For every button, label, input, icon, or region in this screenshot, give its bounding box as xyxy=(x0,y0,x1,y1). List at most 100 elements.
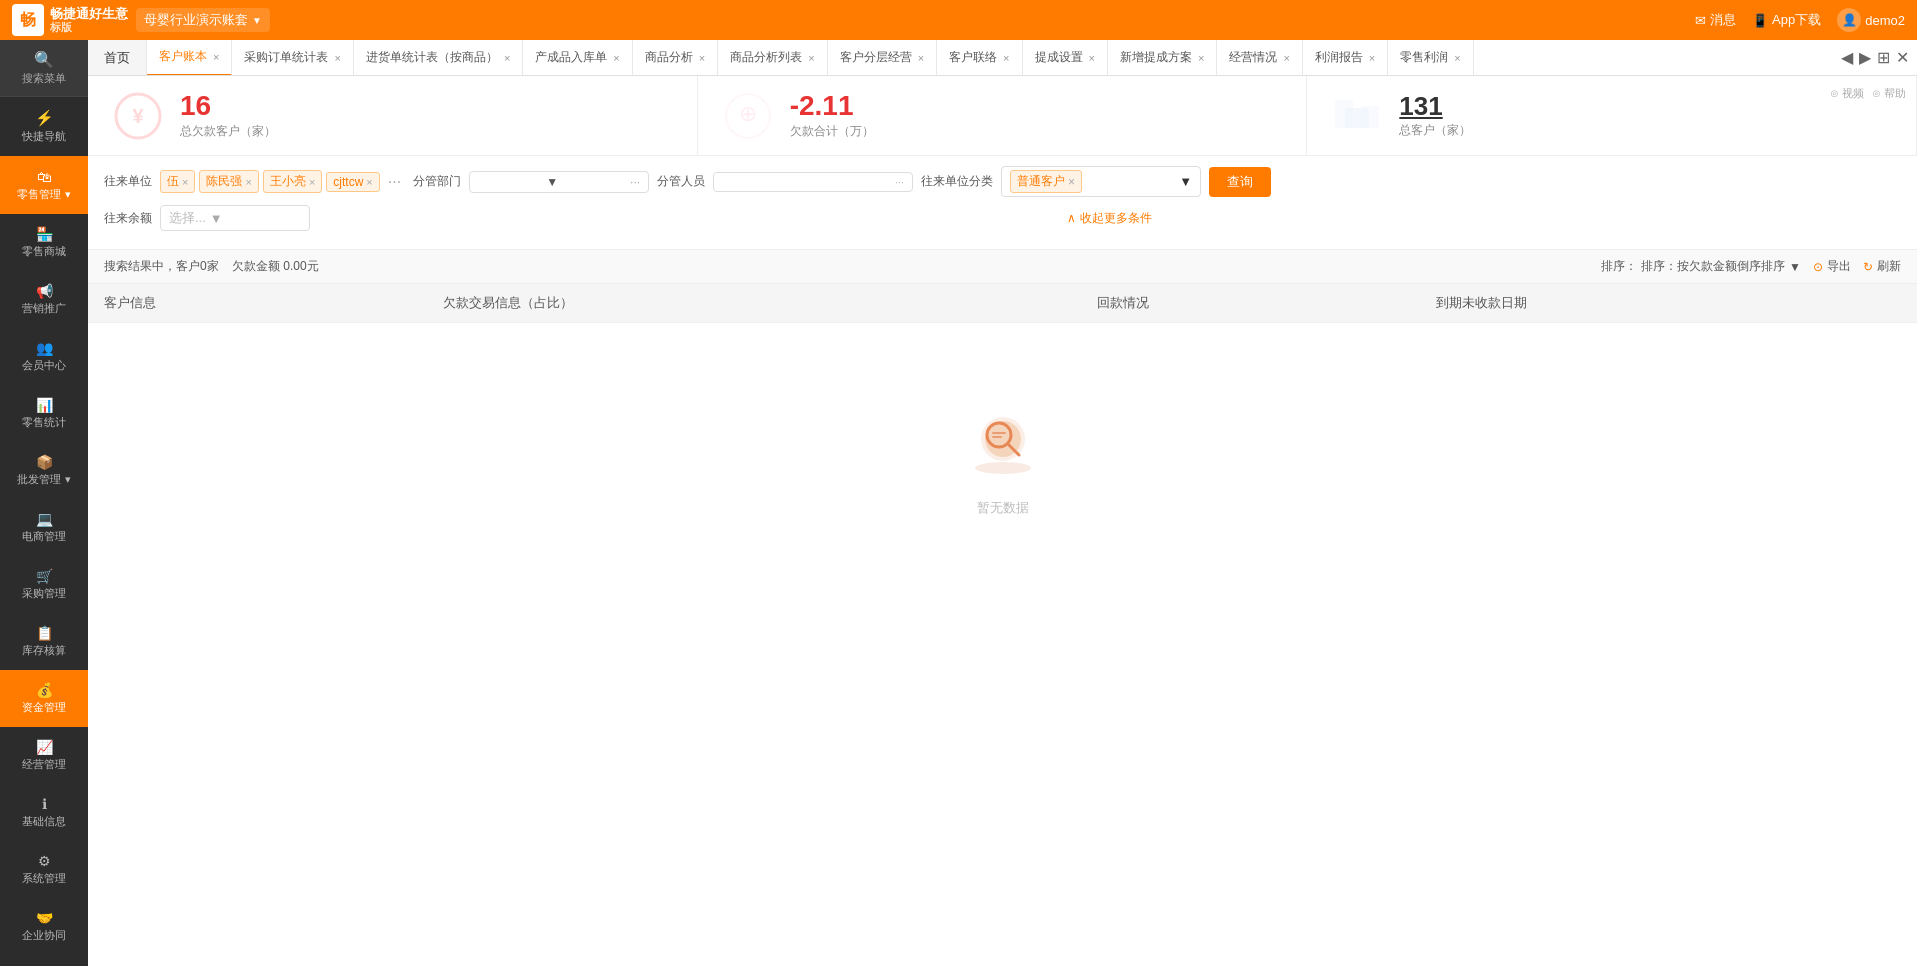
stat-icon-amount: ⊕ xyxy=(722,90,774,142)
sidebar-item-finance[interactable]: 💰 资金管理 xyxy=(0,670,88,727)
tag-close-wu[interactable]: × xyxy=(182,176,188,188)
sidebar-item-system[interactable]: ⚙ 系统管理 xyxy=(0,841,88,898)
tab-retail-profit[interactable]: 零售利润 × xyxy=(1388,40,1473,76)
col-customer-info: 客户信息 xyxy=(88,284,427,323)
cat-tag-normal: 普通客户 × xyxy=(1010,170,1082,193)
query-button[interactable]: 查询 xyxy=(1209,167,1271,197)
tab-inbound-stats[interactable]: 进货单统计表（按商品） × xyxy=(354,40,523,76)
dept-filter-dropdown[interactable]: ▼ ··· xyxy=(469,171,649,193)
filter-row-1: 往来单位 伍 × 陈民强 × 王小亮 × cjttcw xyxy=(104,166,1901,197)
tab-close-icon[interactable]: × xyxy=(1454,52,1460,64)
empty-icon xyxy=(963,403,1043,483)
export-button[interactable]: ⊙ 导出 xyxy=(1813,258,1851,275)
tab-close-icon[interactable]: × xyxy=(334,52,340,64)
sidebar-item-newbie[interactable]: 🎯 新手引导 xyxy=(0,955,88,966)
tab-product-analysis[interactable]: 商品分析 × xyxy=(633,40,718,76)
table-body: 暂无数据 xyxy=(88,323,1917,598)
tab-expand-icon[interactable]: ⊞ xyxy=(1877,48,1890,67)
tab-product-inbound[interactable]: 产成品入库单 × xyxy=(523,40,632,76)
stat-icon-customers: ¥ xyxy=(112,90,164,142)
results-summary: 搜索结果中，客户0家 欠款金额 0.00元 xyxy=(104,258,319,275)
col-due-date: 到期未收款日期 xyxy=(1420,284,1917,323)
tab-close-icon[interactable]: × xyxy=(1369,52,1375,64)
help-link[interactable]: ⊙ 帮助 xyxy=(1872,86,1906,101)
tab-purchase-order[interactable]: 采购订单统计表 × xyxy=(232,40,353,76)
mall-icon: 🏪 xyxy=(6,226,82,242)
user-menu[interactable]: 👤 demo2 xyxy=(1837,8,1905,32)
tag-close-cjttcw[interactable]: × xyxy=(366,176,372,188)
tab-close-icon[interactable]: × xyxy=(918,52,924,64)
sidebar-item-retail-mall[interactable]: 🏪 零售商城 xyxy=(0,214,88,271)
sidebar-item-retail-mgmt[interactable]: 🛍 零售管理 ▾ xyxy=(0,156,88,214)
tab-close-icon[interactable]: × xyxy=(1003,52,1009,64)
stats-bar: ¥ 16 总欠款客户（家） ⊕ -2.11 欠款合计 xyxy=(88,76,1917,156)
unit-filter-label: 往来单位 xyxy=(104,173,152,190)
sidebar-item-retail-stats[interactable]: 📊 零售统计 xyxy=(0,385,88,442)
tab-customer-ledger[interactable]: 客户账本 × xyxy=(147,40,232,76)
sidebar-item-wholesale-mgmt[interactable]: 📦 批发管理 ▾ xyxy=(0,442,88,499)
chevron-down-icon: ▼ xyxy=(546,175,558,189)
sidebar-item-operation[interactable]: 📈 经营管理 xyxy=(0,727,88,784)
cat-tag-close[interactable]: × xyxy=(1068,175,1075,189)
tab-customer-contact[interactable]: 客户联络 × xyxy=(937,40,1022,76)
chevron-down-icon: ▼ xyxy=(210,211,223,226)
category-filter-dropdown[interactable]: 普通客户 × ▼ xyxy=(1001,166,1201,197)
tab-close-icon[interactable]: × xyxy=(613,52,619,64)
remainder-filter-input[interactable]: 选择... ▼ xyxy=(160,205,310,231)
tab-product-analysis-list[interactable]: 商品分析列表 × xyxy=(718,40,827,76)
retail-icon: 🛍 xyxy=(6,168,82,185)
sidebar-item-marketing[interactable]: 📢 营销推广 xyxy=(0,271,88,328)
tab-close-icon[interactable]: × xyxy=(699,52,705,64)
sidebar-item-ecommerce[interactable]: 💻 电商管理 xyxy=(0,499,88,556)
tab-home[interactable]: 首页 xyxy=(88,40,147,76)
collapse-filters-btn[interactable]: ∧ 收起更多条件 xyxy=(1059,206,1160,231)
stat-icon-total xyxy=(1331,90,1383,142)
tab-close-icon[interactable]: × xyxy=(213,51,219,63)
tab-close-icon[interactable]: × xyxy=(504,52,510,64)
sidebar-search[interactable]: 🔍 搜索菜单 xyxy=(0,40,88,97)
logo-area: 畅 畅捷通好生意 标版 xyxy=(12,4,128,36)
category-filter-label: 往来单位分类 xyxy=(921,173,993,190)
tab-customer-tier[interactable]: 客户分层经营 × xyxy=(828,40,937,76)
tab-profit-report[interactable]: 利润报告 × xyxy=(1303,40,1388,76)
inventory-icon: 📋 xyxy=(6,625,82,641)
sidebar-item-enterprise[interactable]: 🤝 企业协同 xyxy=(0,898,88,955)
tab-close-all-icon[interactable]: ✕ xyxy=(1896,48,1909,67)
unit-tag-cjttcw: cjttcw × xyxy=(326,172,379,192)
tab-operation-status[interactable]: 经营情况 × xyxy=(1217,40,1302,76)
tab-close-icon[interactable]: × xyxy=(1198,52,1204,64)
sidebar-item-purchase[interactable]: 🛒 采购管理 xyxy=(0,556,88,613)
sidebar-item-member[interactable]: 👥 会员中心 xyxy=(0,328,88,385)
content-area: 首页 客户账本 × 采购订单统计表 × 进货单统计表（按商品） × 产成品入库单… xyxy=(88,40,1917,966)
main-layout: 🔍 搜索菜单 ⚡ 快捷导航 🛍 零售管理 ▾ 🏪 零售商城 📢 营销推广 👥 会… xyxy=(0,40,1917,966)
tab-next-icon[interactable]: ▶ xyxy=(1859,48,1871,67)
tab-commission-settings[interactable]: 提成设置 × xyxy=(1023,40,1108,76)
refresh-button[interactable]: ↻ 刷新 xyxy=(1863,258,1901,275)
app-download-btn[interactable]: 📱 App下载 xyxy=(1752,11,1821,29)
account-selector[interactable]: 母婴行业演示账套 ▼ xyxy=(136,8,270,32)
logo-sub: 标版 xyxy=(50,21,128,33)
tab-prev-icon[interactable]: ◀ xyxy=(1841,48,1853,67)
sidebar-item-quick-nav[interactable]: ⚡ 快捷导航 xyxy=(0,97,88,156)
top-bar-right: ✉ 消息 📱 App下载 👤 demo2 xyxy=(1695,8,1905,32)
tag-close-chen[interactable]: × xyxy=(245,176,251,188)
people-filter-dropdown[interactable]: ··· xyxy=(713,172,913,192)
sidebar-item-inventory[interactable]: 📋 库存核算 xyxy=(0,613,88,670)
empty-text: 暂无数据 xyxy=(977,499,1029,517)
clear-people-icon[interactable]: ··· xyxy=(895,176,904,188)
sidebar-item-basic-info[interactable]: ℹ 基础信息 xyxy=(0,784,88,841)
video-link[interactable]: ⊙ 视频 xyxy=(1830,86,1864,101)
message-btn[interactable]: ✉ 消息 xyxy=(1695,11,1736,29)
tab-close-icon[interactable]: × xyxy=(1283,52,1289,64)
unit-filter-more[interactable]: ··· xyxy=(384,171,405,193)
sort-button[interactable]: 排序： 排序：按欠款金额倒序排序 ▼ xyxy=(1601,258,1801,275)
tag-close-wang[interactable]: × xyxy=(309,176,315,188)
message-icon: ✉ xyxy=(1695,13,1706,28)
tab-close-icon[interactable]: × xyxy=(808,52,814,64)
tab-add-commission[interactable]: 新增提成方案 × xyxy=(1108,40,1217,76)
tab-close-icon[interactable]: × xyxy=(1089,52,1095,64)
stat-overdue-amount: ⊕ -2.11 欠款合计（万） xyxy=(698,76,1308,155)
stat-help-links: ⊙ 视频 ⊙ 帮助 xyxy=(1830,86,1906,101)
search-icon: 🔍 xyxy=(6,50,82,69)
tab-bar: 首页 客户账本 × 采购订单统计表 × 进货单统计表（按商品） × 产成品入库单… xyxy=(88,40,1917,76)
